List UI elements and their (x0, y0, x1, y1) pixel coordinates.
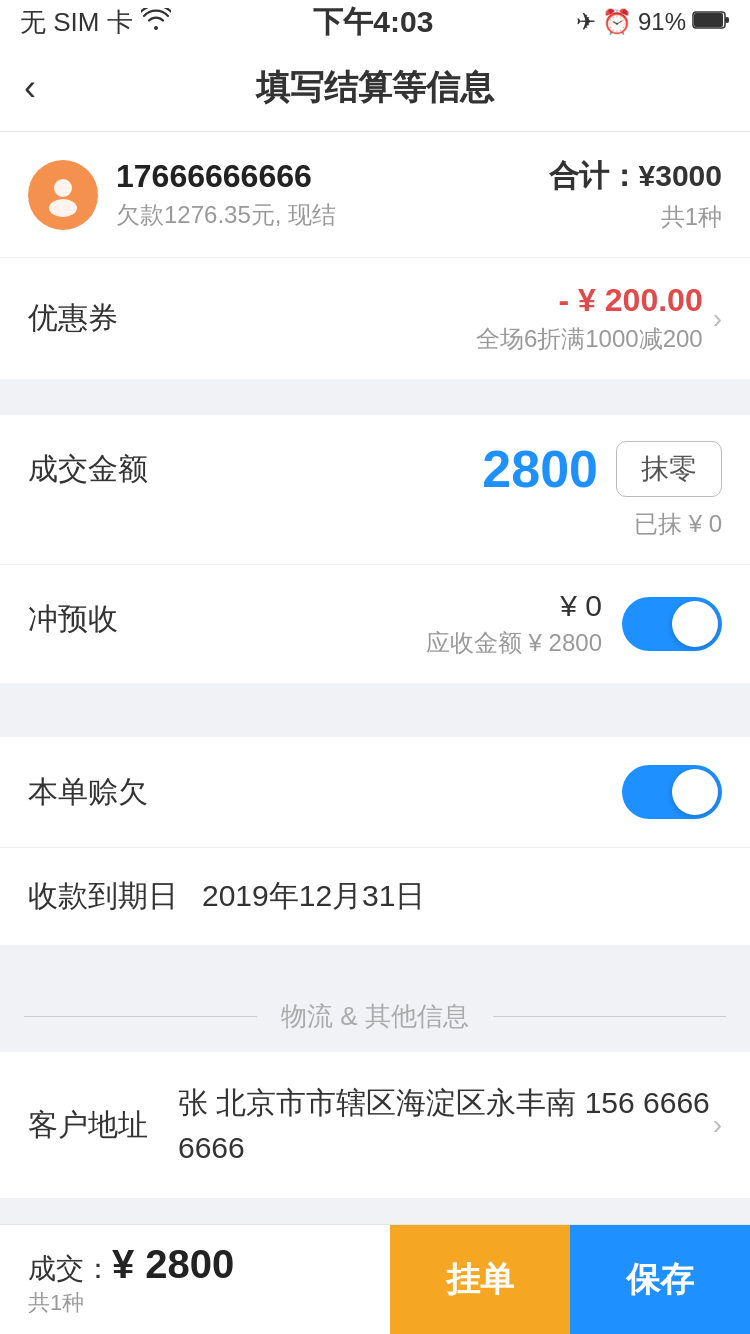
deal-sub: 已抹 ¥ 0 (634, 510, 722, 537)
pending-button[interactable]: 挂单 (390, 1225, 570, 1334)
bottom-summary: 成交：¥ 2800 共1种 (0, 1225, 390, 1334)
prepay-sub: 应收金额 ¥ 2800 (426, 627, 602, 659)
status-left: 无 SIM 卡 (20, 5, 171, 40)
deal-label: 成交金额 (28, 449, 148, 490)
total-amount: 合计：¥3000 (549, 156, 722, 197)
prepay-toggle[interactable] (622, 597, 722, 651)
battery-icon (692, 8, 730, 36)
debt-toggle[interactable] (622, 765, 722, 819)
nav-title: 填写结算等信息 (256, 65, 494, 111)
status-time: 下午4:03 (313, 2, 433, 43)
wifi-icon (141, 8, 171, 36)
nav-bar: ‹ 填写结算等信息 (0, 44, 750, 132)
customer-sub: 欠款1276.35元, 现结 (116, 199, 336, 231)
coupon-discount: - ¥ 200.00 (476, 282, 703, 319)
toggle-knob (672, 601, 718, 647)
battery-percent: 91% (638, 8, 686, 36)
bottom-bar: 成交：¥ 2800 共1种 挂单 保存 (0, 1224, 750, 1334)
prepay-amount-wrap: ¥ 0 应收金额 ¥ 2800 (426, 589, 602, 659)
chevron-right-address-icon: › (713, 1109, 722, 1141)
debt-label: 本单赊欠 (28, 772, 148, 813)
customer-left: 17666666666 欠款1276.35元, 现结 (28, 158, 336, 231)
section-divider-2 (0, 701, 750, 719)
coupon-info: - ¥ 200.00 全场6折满1000减200 (476, 282, 703, 355)
section-divider (0, 397, 750, 415)
save-button[interactable]: 保存 (570, 1225, 750, 1334)
deal-section: 成交金额 2800 抹零 已抹 ¥ 0 冲预收 ¥ 0 应收金额 ¥ 2800 (0, 415, 750, 683)
customer-row: 17666666666 欠款1276.35元, 现结 合计：¥3000 共1种 (0, 132, 750, 257)
location-icon: ✈ (576, 8, 596, 36)
debt-toggle-knob (672, 769, 718, 815)
coupon-desc: 全场6折满1000减200 (476, 323, 703, 355)
logistics-line-right (493, 1016, 726, 1017)
customer-section: 17666666666 欠款1276.35元, 现结 合计：¥3000 共1种 … (0, 132, 750, 379)
prepay-label: 冲预收 (28, 589, 118, 640)
due-date-value: 2019年12月31日 (202, 876, 425, 917)
address-section[interactable]: 客户地址 张 北京市市辖区海淀区永丰南 156 6666 6666 › (0, 1052, 750, 1198)
svg-point-3 (54, 179, 72, 197)
customer-right: 合计：¥3000 共1种 (549, 156, 722, 233)
chevron-right-icon: › (713, 303, 722, 335)
coupon-row[interactable]: 优惠券 - ¥ 200.00 全场6折满1000减200 › (0, 257, 750, 379)
coupon-right: - ¥ 200.00 全场6折满1000减200 › (476, 282, 722, 355)
svg-rect-1 (725, 17, 729, 23)
avatar (28, 160, 98, 230)
total-sub: 共1种 (549, 201, 722, 233)
svg-rect-2 (694, 13, 723, 27)
bottom-deal-label: 成交： (28, 1253, 112, 1284)
bottom-deal-row: 成交：¥ 2800 (28, 1242, 362, 1288)
customer-phone: 17666666666 (116, 158, 336, 195)
bottom-deal-amount: ¥ 2800 (112, 1242, 234, 1286)
logistics-label-wrap: 物流 & 其他信息 (0, 981, 750, 1052)
debt-section: 本单赊欠 收款到期日 2019年12月31日 (0, 737, 750, 945)
deal-right: 2800 抹零 (482, 439, 722, 499)
coupon-label: 优惠券 (28, 298, 118, 339)
due-date-label: 收款到期日 (28, 876, 178, 917)
logistics-line-left (24, 1016, 257, 1017)
address-label: 客户地址 (28, 1105, 148, 1146)
logistics-sep (0, 963, 750, 981)
address-content: 张 北京市市辖区海淀区永丰南 156 6666 6666 (178, 1080, 713, 1170)
due-date-row: 收款到期日 2019年12月31日 (0, 847, 750, 945)
deal-amount: 2800 (482, 439, 598, 499)
prepay-amount: ¥ 0 (426, 589, 602, 623)
customer-info: 17666666666 欠款1276.35元, 现结 (116, 158, 336, 231)
sim-label: 无 SIM 卡 (20, 5, 133, 40)
deal-row: 成交金额 2800 抹零 (28, 439, 722, 499)
prepay-section: 冲预收 ¥ 0 应收金额 ¥ 2800 (0, 564, 750, 683)
bottom-deal-sub: 共1种 (28, 1288, 362, 1318)
logistics-label: 物流 & 其他信息 (281, 999, 469, 1034)
status-bar: 无 SIM 卡 下午4:03 ✈ ⏰ 91% (0, 0, 750, 44)
svg-point-4 (49, 199, 77, 217)
alarm-icon: ⏰ (602, 8, 632, 36)
round-zero-button[interactable]: 抹零 (616, 441, 722, 497)
prepay-row: 冲预收 ¥ 0 应收金额 ¥ 2800 (28, 589, 722, 659)
prepay-right: ¥ 0 应收金额 ¥ 2800 (426, 589, 722, 659)
status-right: ✈ ⏰ 91% (576, 8, 730, 36)
debt-row: 本单赊欠 (0, 737, 750, 847)
deal-amount-row: 成交金额 2800 抹零 已抹 ¥ 0 (0, 415, 750, 564)
back-button[interactable]: ‹ (24, 67, 36, 109)
